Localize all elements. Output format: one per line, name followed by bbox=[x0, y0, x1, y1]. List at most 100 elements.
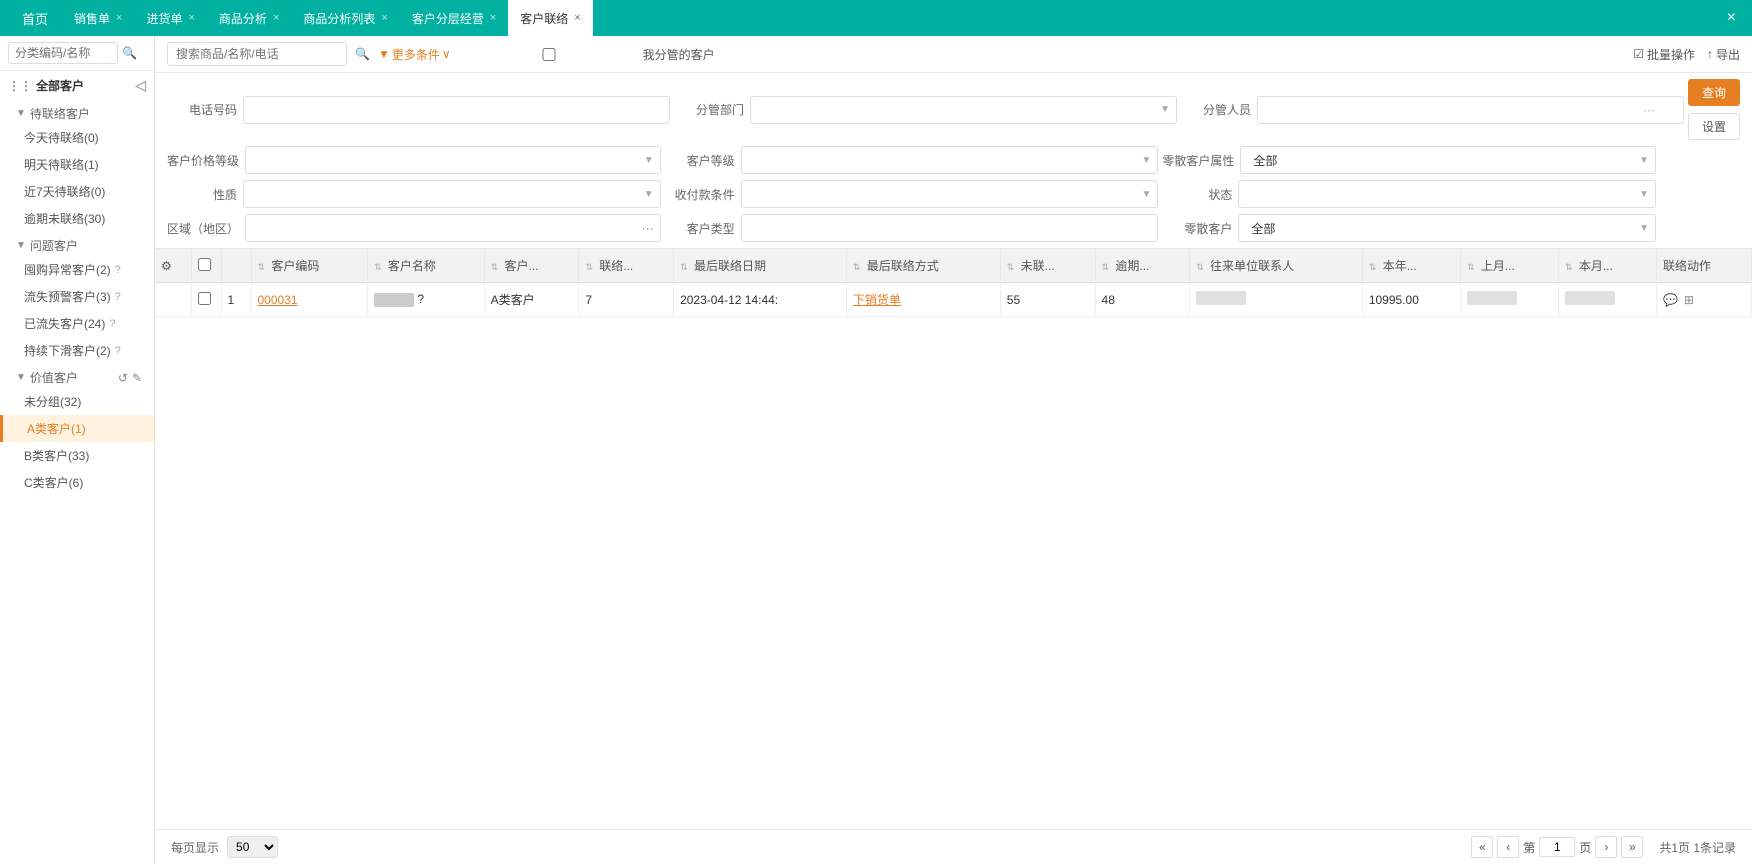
dept-chevron-icon: ▼ bbox=[1160, 104, 1170, 115]
phone-input[interactable] bbox=[243, 96, 670, 124]
dots-icon: ⋮⋮ bbox=[8, 79, 32, 93]
sidebar-item-class-a[interactable]: A类客户(1) bbox=[0, 415, 154, 442]
th-this-month: ⇅ 本月... bbox=[1558, 249, 1656, 283]
sidebar-item-class-c[interactable]: C类客户(6) bbox=[0, 469, 154, 496]
sort-name-icon: ⇅ bbox=[374, 262, 382, 272]
price-grade-select[interactable]: ▼ bbox=[245, 146, 661, 174]
td-checkbox[interactable] bbox=[191, 283, 221, 317]
retail-customer-select[interactable]: 全部 ▼ bbox=[1238, 214, 1656, 242]
th-overdue: ⇅ 逾期... bbox=[1095, 249, 1190, 283]
set-btn[interactable]: 设置 bbox=[1688, 113, 1740, 140]
close-customer-tier-icon[interactable]: × bbox=[490, 12, 496, 24]
sidebar-search-icon[interactable]: 🔍 bbox=[122, 46, 137, 60]
nav-purchase[interactable]: 进货单 × bbox=[134, 0, 206, 36]
sidebar-item-week-pending[interactable]: 近7天待联络(0) bbox=[0, 178, 154, 205]
filter-customer-grade: 客户等级 ▼ bbox=[665, 146, 1159, 174]
first-page-btn[interactable]: « bbox=[1471, 836, 1493, 858]
customer-name-blur bbox=[374, 293, 414, 307]
customer-type-input[interactable] bbox=[741, 214, 1159, 242]
sidebar-item-churn-warning[interactable]: 流失预警客户(3) ? bbox=[0, 283, 154, 310]
customer-grade-select[interactable]: ▼ bbox=[741, 146, 1159, 174]
sidebar-search-input[interactable] bbox=[8, 42, 118, 64]
sidebar-item-churned[interactable]: 已流失客户(24) ? bbox=[0, 310, 154, 337]
sidebar-item-class-b[interactable]: B类客户(33) bbox=[0, 442, 154, 469]
th-last-date: ⇅ 最后联络日期 bbox=[674, 249, 847, 283]
td-code[interactable]: 000031 bbox=[251, 283, 368, 317]
retail-attr-select[interactable]: 全部 ▼ bbox=[1240, 146, 1656, 174]
person-select[interactable]: ··· bbox=[1257, 96, 1684, 124]
batch-op-btn[interactable]: ☑ 批量操作 bbox=[1633, 46, 1695, 63]
sidebar-item-tomorrow-pending[interactable]: 明天待联络(1) bbox=[0, 151, 154, 178]
td-last-date: 2023-04-12 14:44: bbox=[674, 283, 847, 317]
region-dots-icon[interactable]: ··· bbox=[642, 221, 654, 235]
edit-icon[interactable]: ✎ bbox=[132, 371, 142, 385]
person-label: 分管人员 bbox=[1181, 101, 1251, 118]
nav-home[interactable]: 首页 bbox=[8, 0, 62, 36]
filter-person: 分管人员 ··· bbox=[1181, 96, 1684, 124]
nav-customer-tier[interactable]: 客户分层经营 × bbox=[400, 0, 508, 36]
td-last-method[interactable]: 下销货单 bbox=[846, 283, 1000, 317]
grid-icon[interactable]: ⊞ bbox=[1684, 293, 1694, 307]
filter-retail-customer: 零散客户 全部 ▼ bbox=[1162, 214, 1656, 242]
more-criteria-btn[interactable]: ▼ 更多条件 ∨ bbox=[378, 46, 451, 63]
region-input[interactable]: ··· bbox=[245, 214, 661, 242]
refresh-icon[interactable]: ↺ bbox=[118, 371, 128, 385]
last-page-btn[interactable]: » bbox=[1621, 836, 1643, 858]
th-type: ⇅ 客户... bbox=[484, 249, 579, 283]
main-search-icon[interactable]: 🔍 bbox=[355, 47, 370, 61]
close-salesorder-icon[interactable]: × bbox=[116, 12, 122, 24]
th-settings[interactable]: ⚙ bbox=[155, 249, 191, 283]
nav-analysis[interactable]: 商品分析 × bbox=[207, 0, 291, 36]
filter-price-grade: 客户价格等级 ▼ bbox=[167, 146, 661, 174]
row-checkbox[interactable] bbox=[198, 292, 211, 305]
price-grade-label: 客户价格等级 bbox=[167, 152, 239, 169]
sidebar-all-customers[interactable]: ⋮⋮ 全部客户 ◁ bbox=[0, 71, 154, 100]
dept-label: 分管部门 bbox=[674, 101, 744, 118]
table-wrapper: ⚙ ⇅ 客户编码 ⇅ 客户名称 bbox=[155, 249, 1752, 829]
query-btn-group: 查询 设置 bbox=[1688, 79, 1740, 140]
retail-attr-value: 全部 bbox=[1249, 152, 1277, 169]
export-btn[interactable]: ↑ 导出 bbox=[1707, 46, 1740, 63]
close-analysis-list-icon[interactable]: × bbox=[381, 12, 387, 24]
pay-cond-select[interactable]: ▼ bbox=[741, 180, 1159, 208]
sidebar-search-area: 🔍 bbox=[0, 36, 154, 71]
message-icon[interactable]: 💬 bbox=[1663, 293, 1678, 307]
customer-code-link[interactable]: 000031 bbox=[258, 293, 298, 307]
query-btn[interactable]: 查询 bbox=[1688, 79, 1740, 106]
content-area: 🔍 ▼ 更多条件 ∨ 我分管的客户 ☑ 批量操作 ↑ 导出 bbox=[155, 36, 1752, 864]
sidebar-item-declining[interactable]: 持续下滑客户(2) ? bbox=[0, 337, 154, 364]
nature-select[interactable]: ▼ bbox=[243, 180, 661, 208]
status-select[interactable]: ▼ bbox=[1238, 180, 1656, 208]
close-all-tabs-icon[interactable]: × bbox=[1719, 9, 1744, 27]
nav-customer-contact[interactable]: 客户联络 × bbox=[508, 0, 592, 36]
info-icon-churn-warning: ? bbox=[115, 291, 121, 303]
gear-icon[interactable]: ⚙ bbox=[161, 259, 172, 273]
nav-salesorder[interactable]: 销售单 × bbox=[62, 0, 134, 36]
select-all-checkbox[interactable] bbox=[198, 258, 211, 271]
customer-grade-chevron-icon: ▼ bbox=[1141, 155, 1151, 166]
main-search-input[interactable] bbox=[167, 42, 347, 66]
prev-page-btn[interactable]: ‹ bbox=[1497, 836, 1519, 858]
th-contact-count: ⇅ 联络... bbox=[579, 249, 674, 283]
sidebar-item-unclassified[interactable]: 未分组(32) bbox=[0, 388, 154, 415]
sidebar-item-overdue-pending[interactable]: 逾期未联络(30) bbox=[0, 205, 154, 232]
my-customers-checkbox[interactable] bbox=[459, 48, 639, 61]
filter-bar: 🔍 ▼ 更多条件 ∨ 我分管的客户 ☑ 批量操作 ↑ 导出 bbox=[155, 36, 1752, 73]
retail-attr-label: 零散客户属性 bbox=[1162, 152, 1234, 169]
next-page-btn[interactable]: › bbox=[1595, 836, 1617, 858]
page-input[interactable] bbox=[1539, 837, 1575, 857]
filter-row-2: 客户价格等级 ▼ 客户等级 ▼ 零散客户属性 全部 ▼ bbox=[167, 146, 1740, 174]
close-purchase-icon[interactable]: × bbox=[188, 12, 194, 24]
th-unit-contact: ⇅ 往来单位联系人 bbox=[1190, 249, 1363, 283]
filter-pay-cond: 收付款条件 ▼ bbox=[665, 180, 1159, 208]
sidebar-item-abnormal-purchase[interactable]: 囤购异常客户(2) ? bbox=[0, 256, 154, 283]
page-size-select[interactable]: 50 10 20 100 bbox=[227, 836, 278, 858]
th-checkbox[interactable] bbox=[191, 249, 221, 283]
sidebar-item-today-pending[interactable]: 今天待联络(0) bbox=[0, 124, 154, 151]
sidebar-collapse-icon[interactable]: ◁ bbox=[135, 77, 146, 94]
dept-select[interactable]: ▼ bbox=[750, 96, 1177, 124]
contact-method-link[interactable]: 下销货单 bbox=[853, 293, 901, 307]
close-analysis-icon[interactable]: × bbox=[273, 12, 279, 24]
nav-analysis-list[interactable]: 商品分析列表 × bbox=[291, 0, 399, 36]
close-customer-contact-icon[interactable]: × bbox=[574, 12, 580, 24]
